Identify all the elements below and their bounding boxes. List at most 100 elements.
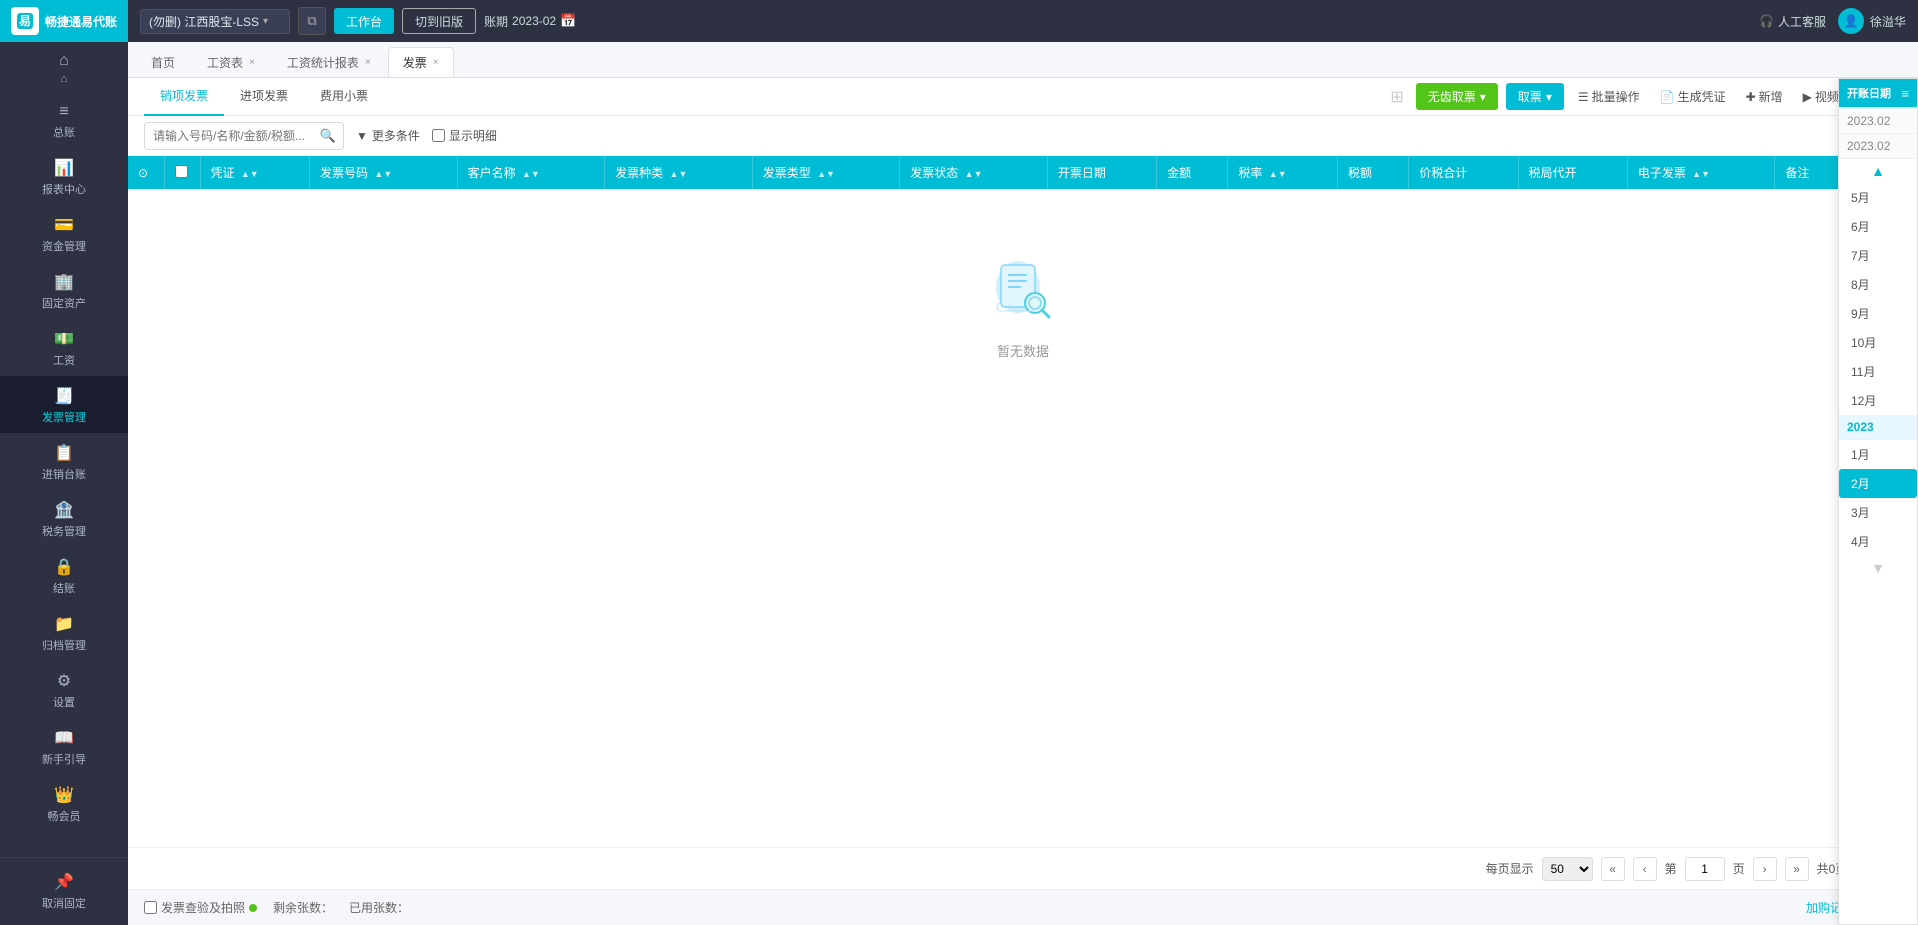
th-tax-rate[interactable]: 税率 ▲▼ <box>1228 156 1338 189</box>
th-icon: ⊙ <box>128 156 164 189</box>
capital-icon: 💳 <box>54 215 74 235</box>
copy-button[interactable]: ⧉ <box>298 7 326 35</box>
sidebar-item-member[interactable]: 👑 畅会员 <box>0 775 128 832</box>
sidebar-item-home[interactable]: ⌂ ⌂ <box>0 42 128 93</box>
th-invoice-status[interactable]: 发票状态 ▲▼ <box>900 156 1048 189</box>
sidebar-item-settings-label: 设置 <box>53 694 75 710</box>
workspace-button[interactable]: 工作台 <box>334 8 394 34</box>
th-tax-code: 税局代开 <box>1518 156 1627 189</box>
sidebar-item-ledger[interactable]: ≡ 总账 <box>0 93 128 148</box>
next-page-btn[interactable]: › <box>1753 857 1777 881</box>
sidebar-item-sales-label: 进销台账 <box>42 466 86 482</box>
tab-invoice-label: 发票 <box>403 54 427 71</box>
date-item-2022-7月[interactable]: 7月 <box>1839 241 1917 270</box>
sidebar-item-settings[interactable]: ⚙ 设置 <box>0 661 128 718</box>
switch-version-button[interactable]: 切到旧版 <box>402 8 476 34</box>
tab-salary-close[interactable]: × <box>249 57 255 68</box>
sidebar-item-unpin[interactable]: 📌 取消固定 <box>0 866 128 917</box>
filter-bar: 🔍 ▼ 更多条件 显示明细 <box>128 116 1918 156</box>
date-item-2022-6月[interactable]: 6月 <box>1839 212 1917 241</box>
per-page-select[interactable]: 50 10 20 100 <box>1542 857 1593 881</box>
sidebar-item-invoice-mgmt[interactable]: 🧾 发票管理 <box>0 376 128 433</box>
tab-salary-stats-close[interactable]: × <box>365 57 371 68</box>
avatar: 👤 <box>1838 8 1864 34</box>
date-item-2022-10月[interactable]: 10月 <box>1839 328 1917 357</box>
sidebar-item-sales-ledger[interactable]: 📋 进销台账 <box>0 433 128 490</box>
th-invoice-category[interactable]: 发票类型 ▲▼ <box>752 156 900 189</box>
th-customer[interactable]: 客户名称 ▲▼ <box>457 156 605 189</box>
date-item-2022-11月[interactable]: 11月 <box>1839 357 1917 386</box>
tab-invoice[interactable]: 发票 × <box>388 47 454 77</box>
new-btn[interactable]: ✚ 新增 <box>1740 84 1789 109</box>
open-date-btn-label: 开账日期 <box>1847 85 1891 101</box>
guide-icon: 📖 <box>54 728 74 748</box>
verify-status-dot <box>249 904 257 912</box>
sub-tab-purchase-invoice[interactable]: 进项发票 <box>224 78 304 116</box>
sidebar-item-capital[interactable]: 💳 资金管理 <box>0 205 128 262</box>
show-detail-checkbox[interactable] <box>432 129 445 142</box>
tab-home[interactable]: 首页 <box>136 47 190 77</box>
sidebar-item-close-account[interactable]: 🔒 结账 <box>0 547 128 604</box>
sidebar-item-reports[interactable]: 📊 报表中心 <box>0 148 128 205</box>
sidebar-item-close-label: 结账 <box>53 580 75 596</box>
period-display: 账期 2023-02 📅 <box>484 13 576 30</box>
company-name: (勿删) 江西股宝-LSS <box>149 13 259 30</box>
date-panel-settings-icon[interactable]: ≡ <box>1901 86 1909 101</box>
tab-salary-label: 工资表 <box>207 54 243 71</box>
company-selector[interactable]: (勿删) 江西股宝-LSS ▾ <box>140 9 290 34</box>
user-menu[interactable]: 👤 徐溢华 <box>1838 8 1906 34</box>
sidebar: 易 畅捷通易代账 ⌂ ⌂ ≡ 总账 📊 报表中心 💳 资金管理 🏢 固定资产 💵… <box>0 0 128 925</box>
video-label: 视频 <box>1815 88 1839 105</box>
gen-voucher-btn[interactable]: 📄 生成凭证 <box>1654 84 1732 109</box>
th-invoice-no[interactable]: 发票号码 ▲▼ <box>310 156 458 189</box>
search-icon: 🔍 <box>320 128 336 144</box>
sort-invoice-status-icon: ▲▼ <box>965 169 983 179</box>
verify-checkbox[interactable] <box>144 901 157 914</box>
date-panel-bottom-arrow[interactable]: ▼ <box>1839 556 1917 580</box>
date-item-2023-1月[interactable]: 1月 <box>1839 440 1917 469</box>
th-invoice-type[interactable]: 发票种类 ▲▼ <box>605 156 753 189</box>
date-item-2023-3月[interactable]: 3月 <box>1839 498 1917 527</box>
search-input[interactable] <box>144 122 344 150</box>
sub-tab-expense-label: 费用小票 <box>320 87 368 104</box>
date-item-2023-4月[interactable]: 4月 <box>1839 527 1917 556</box>
main-area: (勿删) 江西股宝-LSS ▾ ⧉ 工作台 切到旧版 账期 2023-02 📅 … <box>128 0 1918 925</box>
tab-salary[interactable]: 工资表 × <box>192 47 270 77</box>
customer-service-btn[interactable]: 🎧 人工客服 <box>1759 13 1826 30</box>
th-e-invoice[interactable]: 电子发票 ▲▼ <box>1627 156 1775 189</box>
tab-invoice-close[interactable]: × <box>433 57 439 68</box>
used-section: 已用张数： <box>349 899 409 916</box>
remaining-label: 剩余张数： <box>273 901 333 915</box>
date-item-2022-8月[interactable]: 8月 <box>1839 270 1917 299</box>
date-item-2022-9月[interactable]: 9月 <box>1839 299 1917 328</box>
prev-page-btn[interactable]: ‹ <box>1633 857 1657 881</box>
sub-tab-sales-invoice[interactable]: 销项发票 <box>144 78 224 116</box>
select-all-checkbox[interactable] <box>175 165 188 178</box>
show-detail-checkbox-wrap[interactable]: 显示明细 <box>432 127 497 144</box>
last-page-btn[interactable]: » <box>1785 857 1809 881</box>
sub-tab-expense-receipt[interactable]: 费用小票 <box>304 78 384 116</box>
th-voucher[interactable]: 凭证 ▲▼ <box>200 156 310 189</box>
batch-ops-btn[interactable]: ☰ 批量操作 <box>1572 84 1646 109</box>
sidebar-item-salary[interactable]: 💵 工资 <box>0 319 128 376</box>
sidebar-item-assets[interactable]: 🏢 固定资产 <box>0 262 128 319</box>
tab-salary-stats[interactable]: 工资统计报表 × <box>272 47 386 77</box>
date-item-2022-5月[interactable]: 5月 <box>1839 183 1917 212</box>
sales-ledger-icon: 📋 <box>54 443 74 463</box>
get-invoice-btn[interactable]: 取票 ▾ <box>1506 83 1564 110</box>
date-panel-arrow[interactable]: ▲ <box>1839 159 1917 183</box>
grid-view-icon[interactable]: ⊞ <box>1386 87 1407 107</box>
first-page-btn[interactable]: « <box>1601 857 1625 881</box>
date-item-2022-12月[interactable]: 12月 <box>1839 386 1917 415</box>
date-item-2023-2月[interactable]: 2月 <box>1839 469 1917 498</box>
more-conditions-btn[interactable]: ▼ 更多条件 <box>356 127 420 144</box>
no-invoice-btn[interactable]: 无齿取票 ▾ <box>1416 83 1498 110</box>
video-icon: ▶ <box>1803 90 1812 104</box>
page-label: 第 <box>1665 860 1677 877</box>
sidebar-item-tax[interactable]: 🏦 税务管理 <box>0 490 128 547</box>
sidebar-item-archive[interactable]: 📁 归档管理 <box>0 604 128 661</box>
th-checkbox[interactable] <box>164 156 200 189</box>
sidebar-item-guide[interactable]: 📖 新手引导 <box>0 718 128 775</box>
sidebar-item-salary-label: 工资 <box>53 352 75 368</box>
page-input[interactable] <box>1685 857 1725 881</box>
